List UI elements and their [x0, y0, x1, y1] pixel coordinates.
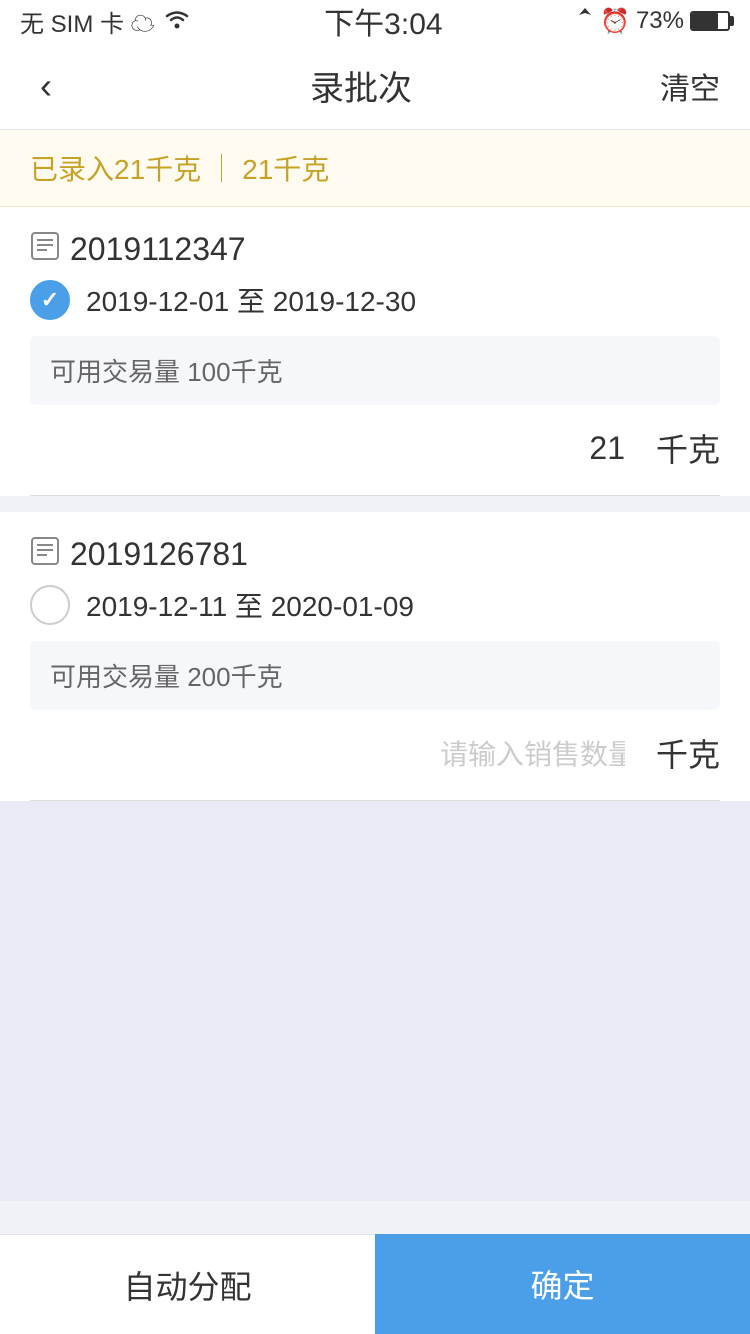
batch-id-icon-2 [30, 536, 60, 573]
empty-area [0, 801, 750, 1201]
auto-distribute-button[interactable]: 自动分配 [0, 1234, 375, 1334]
status-bar: 无 SIM 卡 ☁ 下午3:04 ⏰ 73% [0, 0, 750, 42]
sim-text: 无 SIM 卡 ☁ [20, 4, 155, 39]
batch-date-row-1[interactable]: 2019-12-01 至 2019-12-30 [30, 280, 720, 320]
qty-input-1[interactable] [440, 430, 640, 467]
qty-row-2: 千克 [0, 710, 750, 800]
batch-date-row-2[interactable]: 2019-12-11 至 2020-01-09 [30, 585, 720, 625]
bottom-bar: 自动分配 确定 [0, 1234, 750, 1334]
back-button[interactable]: ‹ [30, 55, 62, 117]
status-time: 下午3:04 [324, 0, 442, 43]
batch-id-2: 2019126781 [70, 536, 248, 573]
qty-input-2[interactable] [440, 735, 640, 772]
battery-icon [690, 11, 730, 31]
radio-2[interactable] [30, 585, 70, 625]
summary-label: 已录入21千克 [30, 148, 201, 188]
batch-id-icon-1 [30, 231, 60, 268]
location-icon [576, 7, 594, 36]
page-title: 录批次 [310, 61, 412, 110]
qty-unit-1: 千克 [656, 425, 720, 471]
nav-bar: ‹ 录批次 清空 [0, 42, 750, 130]
batch-id-row-2: 2019126781 [30, 536, 720, 573]
batch-item-2: 2019126781 2019-12-11 至 2020-01-09 可用交易量… [0, 512, 750, 801]
summary-divider [221, 154, 222, 182]
batch-qty-1: 可用交易量 100千克 [30, 336, 720, 405]
qty-row-1: 千克 [0, 405, 750, 495]
summary-banner: 已录入21千克 21千克 [0, 130, 750, 207]
clear-button[interactable]: 清空 [660, 64, 720, 108]
batch-item-1: 2019112347 2019-12-01 至 2019-12-30 可用交易量… [0, 207, 750, 496]
wifi-icon [163, 7, 191, 36]
summary-value: 21千克 [242, 148, 329, 188]
batch-id-1: 2019112347 [70, 231, 246, 268]
confirm-button[interactable]: 确定 [375, 1234, 750, 1334]
battery-percent: 73% [636, 7, 684, 35]
status-right: ⏰ 73% [576, 7, 730, 36]
batch-date-2: 2019-12-11 至 2020-01-09 [86, 585, 414, 625]
batch-qty-2: 可用交易量 200千克 [30, 641, 720, 710]
batch-id-row-1: 2019112347 [30, 231, 720, 268]
alarm-icon: ⏰ [600, 7, 630, 36]
qty-unit-2: 千克 [656, 730, 720, 776]
radio-1[interactable] [30, 280, 70, 320]
status-left: 无 SIM 卡 ☁ [20, 4, 191, 39]
section-sep-1 [0, 496, 750, 512]
batch-date-1: 2019-12-01 至 2019-12-30 [86, 280, 416, 320]
